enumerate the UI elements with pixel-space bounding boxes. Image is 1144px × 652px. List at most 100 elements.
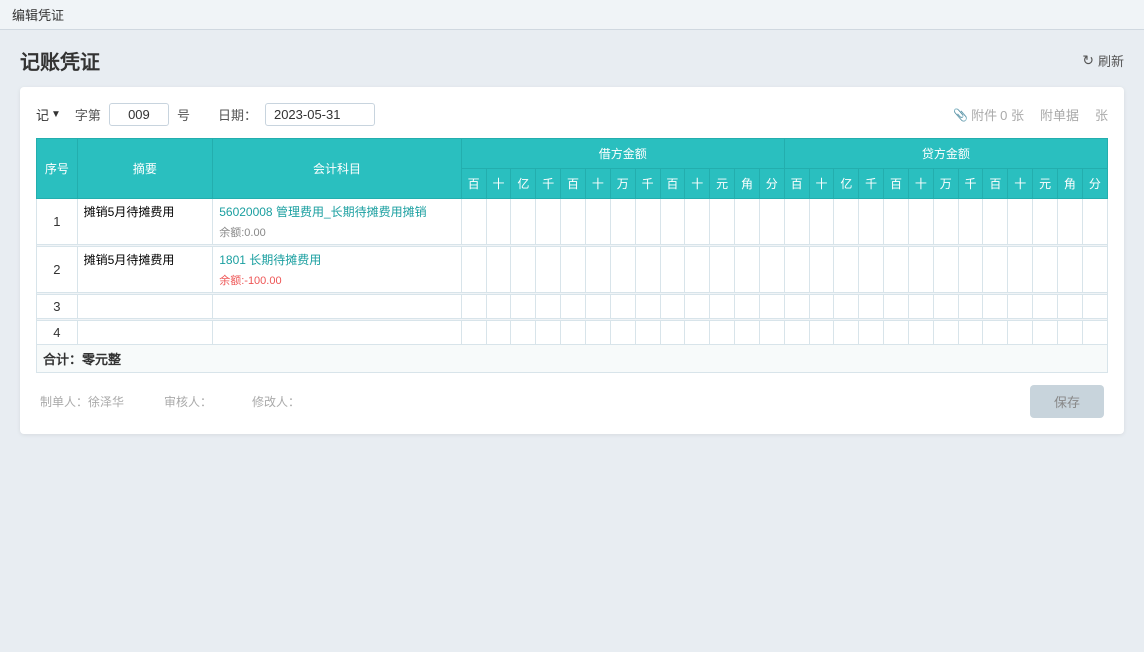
credit-digit-1-4[interactable] [884, 247, 909, 293]
credit-digit-3-0[interactable] [784, 321, 809, 345]
debit-digit-3-0[interactable] [461, 321, 486, 345]
credit-digit-1-10[interactable] [1033, 247, 1058, 293]
debit-digit-1-5[interactable] [585, 247, 610, 293]
credit-digit-2-9[interactable] [1008, 295, 1033, 319]
credit-digit-3-10[interactable] [1033, 321, 1058, 345]
debit-digit-3-6[interactable] [610, 321, 635, 345]
credit-digit-1-12[interactable] [1082, 247, 1107, 293]
debit-digit-0-0[interactable] [461, 199, 486, 245]
credit-digit-2-12[interactable] [1082, 295, 1107, 319]
voucher-number-input[interactable] [109, 103, 169, 126]
account-cell-1[interactable]: 1801 长期待摊费用余额:-100.00 [213, 247, 462, 293]
credit-digit-1-9[interactable] [1008, 247, 1033, 293]
summary-cell-3[interactable] [77, 321, 213, 345]
credit-digit-0-12[interactable] [1082, 199, 1107, 245]
debit-digit-0-6[interactable] [610, 199, 635, 245]
credit-digit-3-6[interactable] [933, 321, 958, 345]
debit-digit-0-10[interactable] [710, 199, 735, 245]
debit-digit-3-1[interactable] [486, 321, 511, 345]
credit-digit-3-5[interactable] [908, 321, 933, 345]
credit-digit-2-0[interactable] [784, 295, 809, 319]
debit-digit-3-4[interactable] [561, 321, 586, 345]
credit-digit-1-5[interactable] [908, 247, 933, 293]
debit-digit-0-12[interactable] [759, 199, 784, 245]
debit-digit-3-7[interactable] [635, 321, 660, 345]
credit-digit-0-1[interactable] [809, 199, 834, 245]
credit-digit-0-7[interactable] [958, 199, 983, 245]
debit-digit-3-8[interactable] [660, 321, 685, 345]
debit-digit-2-0[interactable] [461, 295, 486, 319]
debit-digit-0-2[interactable] [511, 199, 536, 245]
debit-digit-1-11[interactable] [735, 247, 760, 293]
credit-digit-3-12[interactable] [1082, 321, 1107, 345]
credit-digit-1-3[interactable] [859, 247, 884, 293]
debit-digit-0-11[interactable] [735, 199, 760, 245]
debit-digit-2-12[interactable] [759, 295, 784, 319]
credit-digit-2-3[interactable] [859, 295, 884, 319]
credit-digit-0-11[interactable] [1058, 199, 1083, 245]
credit-digit-2-5[interactable] [908, 295, 933, 319]
debit-digit-0-1[interactable] [486, 199, 511, 245]
debit-digit-3-2[interactable] [511, 321, 536, 345]
debit-digit-3-9[interactable] [685, 321, 710, 345]
credit-digit-2-6[interactable] [933, 295, 958, 319]
credit-digit-2-10[interactable] [1033, 295, 1058, 319]
credit-digit-0-8[interactable] [983, 199, 1008, 245]
credit-digit-1-0[interactable] [784, 247, 809, 293]
debit-digit-2-5[interactable] [585, 295, 610, 319]
credit-digit-1-7[interactable] [958, 247, 983, 293]
debit-digit-0-3[interactable] [536, 199, 561, 245]
debit-digit-1-6[interactable] [610, 247, 635, 293]
debit-digit-1-8[interactable] [660, 247, 685, 293]
credit-digit-0-4[interactable] [884, 199, 909, 245]
debit-digit-1-0[interactable] [461, 247, 486, 293]
credit-digit-3-3[interactable] [859, 321, 884, 345]
debit-digit-1-2[interactable] [511, 247, 536, 293]
credit-digit-3-8[interactable] [983, 321, 1008, 345]
credit-digit-3-11[interactable] [1058, 321, 1083, 345]
credit-digit-2-7[interactable] [958, 295, 983, 319]
credit-digit-2-8[interactable] [983, 295, 1008, 319]
credit-digit-0-0[interactable] [784, 199, 809, 245]
debit-digit-2-10[interactable] [710, 295, 735, 319]
debit-digit-2-8[interactable] [660, 295, 685, 319]
account-cell-2[interactable] [213, 295, 462, 319]
credit-digit-0-10[interactable] [1033, 199, 1058, 245]
credit-digit-1-1[interactable] [809, 247, 834, 293]
credit-digit-3-1[interactable] [809, 321, 834, 345]
credit-digit-3-2[interactable] [834, 321, 859, 345]
credit-digit-2-4[interactable] [884, 295, 909, 319]
debit-digit-2-11[interactable] [735, 295, 760, 319]
debit-digit-0-4[interactable] [561, 199, 586, 245]
debit-digit-3-3[interactable] [536, 321, 561, 345]
credit-digit-2-2[interactable] [834, 295, 859, 319]
credit-digit-3-9[interactable] [1008, 321, 1033, 345]
debit-digit-2-6[interactable] [610, 295, 635, 319]
credit-digit-3-4[interactable] [884, 321, 909, 345]
debit-digit-1-7[interactable] [635, 247, 660, 293]
save-button[interactable]: 保存 [1030, 385, 1104, 418]
credit-digit-0-5[interactable] [908, 199, 933, 245]
debit-digit-3-11[interactable] [735, 321, 760, 345]
refresh-button[interactable]: ↻ 刷新 [1082, 51, 1124, 70]
credit-digit-1-6[interactable] [933, 247, 958, 293]
debit-digit-3-12[interactable] [759, 321, 784, 345]
credit-digit-2-11[interactable] [1058, 295, 1083, 319]
account-cell-3[interactable] [213, 321, 462, 345]
summary-cell-0[interactable]: 摊销5月待摊费用 [77, 199, 213, 245]
debit-digit-0-5[interactable] [585, 199, 610, 245]
credit-digit-1-11[interactable] [1058, 247, 1083, 293]
debit-digit-3-5[interactable] [585, 321, 610, 345]
debit-digit-2-4[interactable] [561, 295, 586, 319]
debit-digit-0-8[interactable] [660, 199, 685, 245]
type-select[interactable]: 记 ▼ [36, 105, 61, 124]
credit-digit-0-6[interactable] [933, 199, 958, 245]
debit-digit-2-3[interactable] [536, 295, 561, 319]
credit-digit-3-7[interactable] [958, 321, 983, 345]
debit-digit-0-7[interactable] [635, 199, 660, 245]
debit-digit-2-2[interactable] [511, 295, 536, 319]
debit-digit-3-10[interactable] [710, 321, 735, 345]
debit-digit-1-9[interactable] [685, 247, 710, 293]
debit-digit-1-12[interactable] [759, 247, 784, 293]
debit-digit-2-9[interactable] [685, 295, 710, 319]
